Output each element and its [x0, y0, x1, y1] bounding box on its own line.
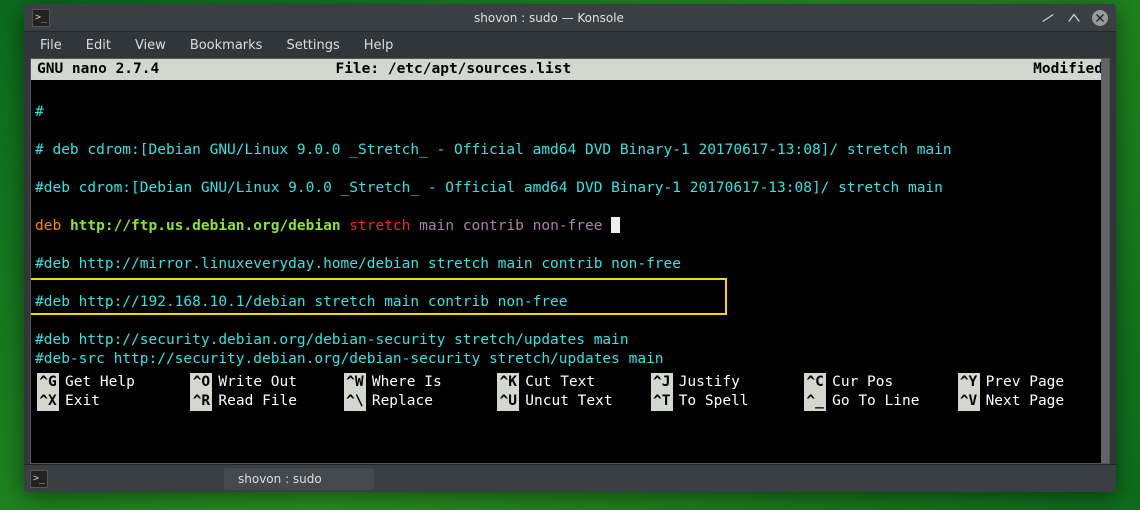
shortcut[interactable]: ^_Go To Line	[804, 392, 949, 411]
menu-edit[interactable]: Edit	[76, 35, 121, 56]
nano-shortcut-bar: ^GGet Help ^OWrite Out ^WWhere Is ^KCut …	[31, 371, 1109, 417]
menu-bookmarks[interactable]: Bookmarks	[180, 35, 273, 56]
editor-line: #deb http://mirror.linuxeveryday.home/de…	[35, 256, 681, 272]
editor-content[interactable]: # # deb cdrom:[Debian GNU/Linux 9.0.0 _S…	[31, 80, 1109, 371]
menu-view[interactable]: View	[125, 35, 176, 56]
terminal[interactable]: GNU nano 2.7.4 File: /etc/apt/sources.li…	[30, 58, 1110, 464]
maximize-button[interactable]	[1066, 10, 1082, 26]
shortcut[interactable]: ^VNext Page	[958, 392, 1103, 411]
konsole-tabbar: >_ shovon : sudo	[24, 464, 1116, 492]
shortcut[interactable]: ^XExit	[37, 392, 182, 411]
editor-line: #deb-src http://security.debian.org/debi…	[35, 351, 664, 367]
shortcut[interactable]: ^\Replace	[344, 392, 489, 411]
shortcut[interactable]: ^RRead File	[190, 392, 335, 411]
shortcut[interactable]: ^KCut Text	[497, 373, 642, 392]
shortcut[interactable]: ^CCur Pos	[804, 373, 949, 392]
editor-line: #deb http://192.168.10.1/debian stretch …	[35, 294, 568, 310]
minimize-button[interactable]	[1040, 10, 1056, 26]
shortcut[interactable]: ^UUncut Text	[497, 392, 642, 411]
terminal-scrollbar[interactable]	[1101, 59, 1109, 463]
shortcut[interactable]: ^WWhere Is	[344, 373, 489, 392]
editor-line: # deb cdrom:[Debian GNU/Linux 9.0.0 _Str…	[35, 142, 952, 158]
editor-line: #deb http://security.debian.org/debian-s…	[35, 332, 629, 348]
token-components: main contrib non-free	[419, 218, 602, 234]
nano-header: GNU nano 2.7.4 File: /etc/apt/sources.li…	[31, 59, 1109, 80]
app-icon: >_	[32, 9, 50, 27]
menu-file[interactable]: File	[30, 35, 72, 56]
menu-help[interactable]: Help	[354, 35, 404, 56]
token-url: http://ftp.us.debian.org/debian	[70, 218, 341, 234]
nano-version: GNU nano 2.7.4	[37, 60, 335, 79]
shortcut[interactable]: ^OWrite Out	[190, 373, 335, 392]
new-tab-icon[interactable]: >_	[30, 470, 48, 488]
window-title: shovon : sudo — Konsole	[58, 11, 1040, 25]
menu-settings[interactable]: Settings	[276, 35, 349, 56]
editor-line: #	[35, 104, 44, 120]
konsole-window: >_ shovon : sudo — Konsole File Edit Vie…	[24, 4, 1116, 492]
terminal-tab[interactable]: shovon : sudo	[224, 468, 374, 490]
token-suite: stretch	[349, 218, 410, 234]
token-deb: deb	[35, 218, 61, 234]
nano-modified: Modified	[975, 60, 1103, 79]
menubar: File Edit View Bookmarks Settings Help	[24, 32, 1116, 58]
shortcut[interactable]: ^YPrev Page	[958, 373, 1103, 392]
editor-line: #deb cdrom:[Debian GNU/Linux 9.0.0 _Stre…	[35, 180, 943, 196]
shortcut[interactable]: ^TTo Spell	[651, 392, 796, 411]
shortcut[interactable]: ^GGet Help	[37, 373, 182, 392]
close-button[interactable]	[1092, 10, 1108, 26]
text-cursor	[611, 217, 620, 233]
nano-filename: File: /etc/apt/sources.list	[335, 60, 975, 79]
shortcut[interactable]: ^JJustify	[651, 373, 796, 392]
titlebar[interactable]: >_ shovon : sudo — Konsole	[24, 4, 1116, 32]
